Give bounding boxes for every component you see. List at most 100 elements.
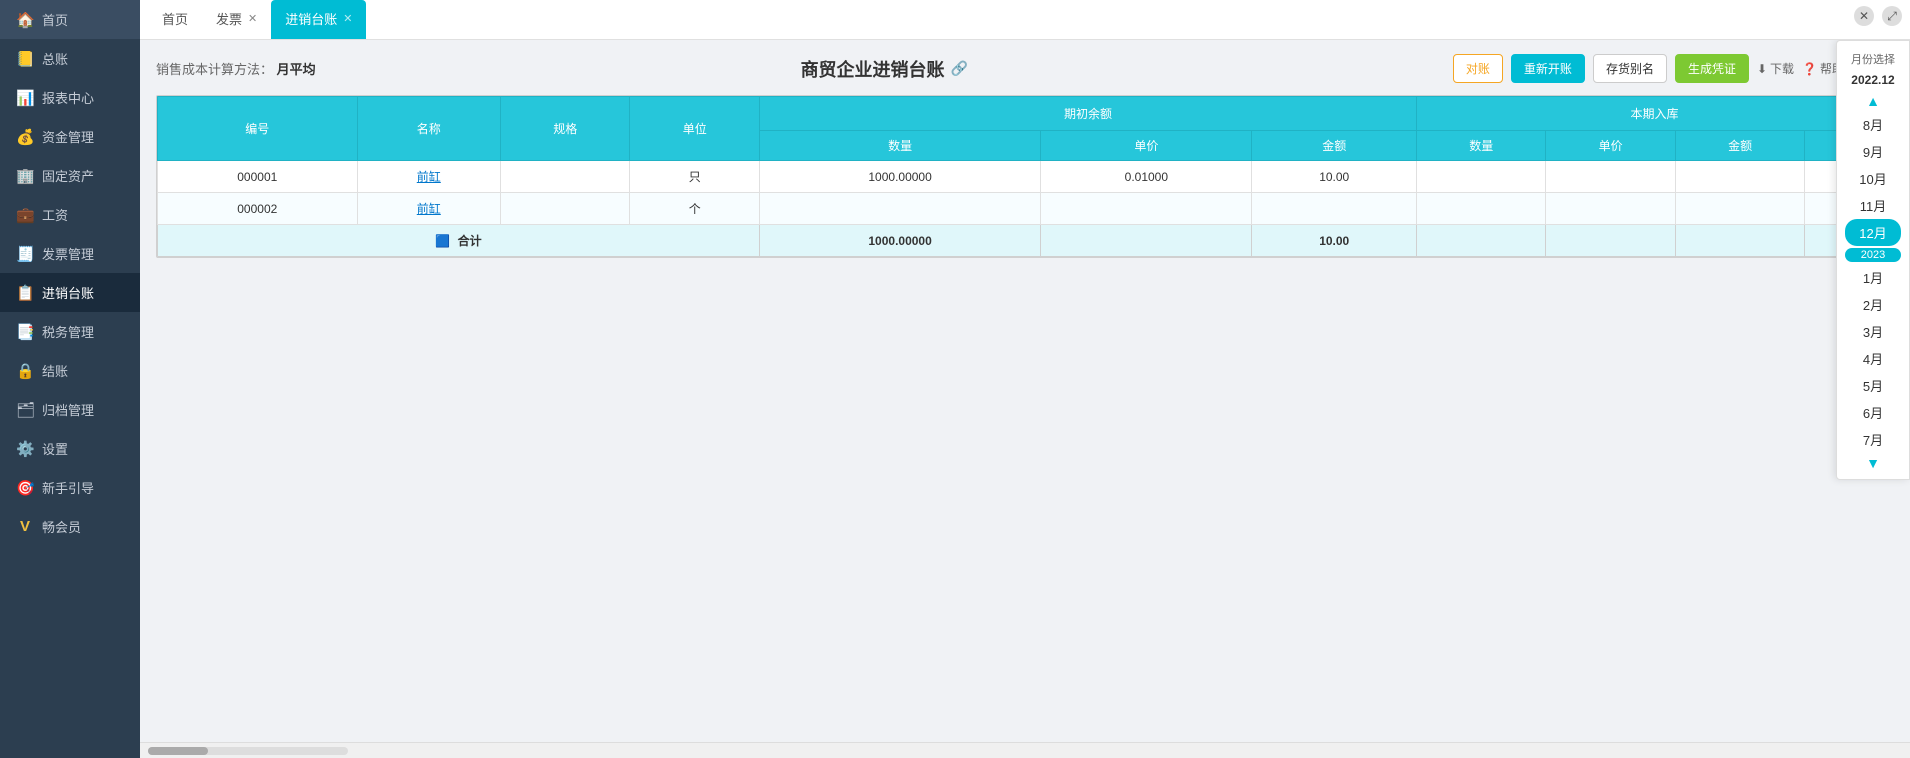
- month-5-item[interactable]: 5月: [1837, 372, 1909, 399]
- guide-icon: 🎯: [16, 479, 34, 497]
- row2-id: 000002: [158, 193, 358, 225]
- total-icon: 🟦: [435, 234, 450, 248]
- total-qi-amount: 10.00: [1252, 225, 1417, 257]
- horizontal-scrollbar-thumb[interactable]: [148, 747, 208, 755]
- col-in-amount-header: 金额: [1675, 131, 1804, 161]
- tax-icon: 📑: [16, 323, 34, 341]
- sidebar-item-home[interactable]: 🏠 首页: [0, 0, 140, 39]
- download-icon: ⬇: [1757, 62, 1767, 76]
- col-unit-header: 单位: [630, 97, 759, 161]
- month-1-item[interactable]: 1月: [1837, 264, 1909, 291]
- month-panel-title: 月份选择: [1837, 47, 1909, 71]
- year-2022-label: 2022.12: [1837, 71, 1909, 91]
- total-in-amount: [1675, 225, 1804, 257]
- month-9-item[interactable]: 9月: [1837, 138, 1909, 165]
- content-area: 销售成本计算方法： 月平均 商贸企业进销台账 🔗 对账 重新开账 存货别名 生成…: [140, 40, 1910, 742]
- sidebar-item-archive[interactable]: 🗂 归档管理: [0, 390, 140, 429]
- main-area: 首页 发票 ✕ 进销台账 ✕ ✕ ⤢ 销售成本计算方法： 月平均 商贸企业进销台…: [140, 0, 1910, 758]
- inventory-table: 编号 名称 规格 单位 期初余额 本期入库 数量 单价 金额 数量 单价 金额: [157, 96, 1893, 257]
- row2-name[interactable]: 前缸: [357, 193, 500, 225]
- window-close-button[interactable]: ✕: [1854, 6, 1874, 26]
- month-10-item[interactable]: 10月: [1837, 165, 1909, 192]
- generate-voucher-button[interactable]: 生成凭证: [1675, 54, 1749, 83]
- sidebar-item-vip[interactable]: V 畅会员: [0, 507, 140, 546]
- month-12-item[interactable]: 12月: [1845, 219, 1901, 246]
- total-label: 🟦 合计: [158, 225, 760, 257]
- month-11-item[interactable]: 11月: [1837, 192, 1909, 219]
- sidebar-item-salary[interactable]: 💼 工资: [0, 195, 140, 234]
- reopen-button[interactable]: 重新开账: [1511, 54, 1585, 83]
- tab-home[interactable]: 首页: [148, 0, 202, 39]
- row2-unit: 个: [630, 193, 759, 225]
- sidebar-item-guide[interactable]: 🎯 新手引导: [0, 468, 140, 507]
- tab-inventory-close[interactable]: ✕: [343, 12, 352, 25]
- month-8-item[interactable]: 8月: [1837, 111, 1909, 138]
- row1-qi-qty: 1000.00000: [759, 161, 1040, 193]
- month-3-item[interactable]: 3月: [1837, 318, 1909, 345]
- page-title: 商贸企业进销台账 🔗: [801, 56, 968, 82]
- row1-qi-price: 0.01000: [1041, 161, 1252, 193]
- sidebar-item-finance[interactable]: 💰 资金管理: [0, 117, 140, 156]
- bottom-scrollbar: [140, 742, 1910, 758]
- col-id-header: 编号: [158, 97, 358, 161]
- month-6-item[interactable]: 6月: [1837, 399, 1909, 426]
- sidebar-item-assets[interactable]: 🏢 固定资产: [0, 156, 140, 195]
- tab-inventory[interactable]: 进销台账 ✕: [271, 0, 366, 39]
- row1-unit: 只: [630, 161, 759, 193]
- month-7-item[interactable]: 7月: [1837, 426, 1909, 453]
- tab-invoice[interactable]: 发票 ✕: [202, 0, 271, 39]
- sidebar-item-tax[interactable]: 📑 税务管理: [0, 312, 140, 351]
- col-qi-price-header: 单价: [1041, 131, 1252, 161]
- col-in-price-header: 单价: [1546, 131, 1675, 161]
- inventory-icon: 📋: [16, 284, 34, 302]
- cost-method: 销售成本计算方法： 月平均: [156, 59, 316, 78]
- title-info-icon[interactable]: 🔗: [951, 60, 968, 77]
- help-icon: ❓: [1802, 62, 1817, 76]
- row1-name[interactable]: 前缸: [357, 161, 500, 193]
- sidebar-item-settings[interactable]: ⚙️ 设置: [0, 429, 140, 468]
- total-qi-price: [1041, 225, 1252, 257]
- total-row: 🟦 合计 1000.00000 10.00: [158, 225, 1893, 257]
- save-alias-button[interactable]: 存货别名: [1593, 54, 1667, 83]
- sidebar-item-invoice-mgmt[interactable]: 🧾 发票管理: [0, 234, 140, 273]
- row2-in-price: [1546, 193, 1675, 225]
- total-in-price: [1546, 225, 1675, 257]
- row1-id: 000001: [158, 161, 358, 193]
- month-2-item[interactable]: 2月: [1837, 291, 1909, 318]
- table-row: 000002 前缸 个: [158, 193, 1893, 225]
- horizontal-scrollbar-track[interactable]: [148, 747, 348, 755]
- month-selector-panel: 月份选择 2022.12 ▲ 8月 9月 10月 11月 12月 2023 1月…: [1836, 40, 1910, 480]
- col-in-qty-header: 数量: [1416, 131, 1545, 161]
- scroll-up-button[interactable]: ▲: [1837, 91, 1909, 111]
- close-period-icon: 🔒: [16, 362, 34, 380]
- row1-spec: [501, 161, 630, 193]
- row1-in-qty: [1416, 161, 1545, 193]
- assets-icon: 🏢: [16, 167, 34, 185]
- window-maximize-button[interactable]: ⤢: [1882, 6, 1902, 26]
- row1-qi-amount: 10.00: [1252, 161, 1417, 193]
- tab-invoice-close[interactable]: ✕: [248, 12, 257, 25]
- scroll-down-button[interactable]: ▼: [1837, 453, 1909, 473]
- col-spec-header: 规格: [501, 97, 630, 161]
- total-in-qty: [1416, 225, 1545, 257]
- reconcile-button[interactable]: 对账: [1453, 54, 1503, 83]
- col-qichuye-header: 期初余额: [759, 97, 1416, 131]
- table-row: 000001 前缸 只 1000.00000 0.01000 10.00: [158, 161, 1893, 193]
- download-button[interactable]: ⬇ 下载: [1757, 60, 1794, 77]
- sidebar-item-inventory[interactable]: 📋 进销台账: [0, 273, 140, 312]
- sidebar-item-reports[interactable]: 📊 报表中心: [0, 78, 140, 117]
- ledger-icon: 📒: [16, 50, 34, 68]
- total-qi-qty: 1000.00000: [759, 225, 1040, 257]
- reports-icon: 📊: [16, 89, 34, 107]
- row2-qi-amount: [1252, 193, 1417, 225]
- sidebar-item-ledger[interactable]: 📒 总账: [0, 39, 140, 78]
- row2-in-amount: [1675, 193, 1804, 225]
- inventory-table-wrapper: 编号 名称 规格 单位 期初余额 本期入库 数量 单价 金额 数量 单价 金额: [156, 95, 1894, 258]
- year-2023-badge: 2023: [1845, 248, 1901, 262]
- window-controls: ✕ ⤢: [1854, 6, 1902, 26]
- tab-bar: 首页 发票 ✕ 进销台账 ✕ ✕ ⤢: [140, 0, 1910, 40]
- col-ruku-header: 本期入库: [1416, 97, 1892, 131]
- month-4-item[interactable]: 4月: [1837, 345, 1909, 372]
- row2-qi-price: [1041, 193, 1252, 225]
- sidebar-item-close[interactable]: 🔒 结账: [0, 351, 140, 390]
